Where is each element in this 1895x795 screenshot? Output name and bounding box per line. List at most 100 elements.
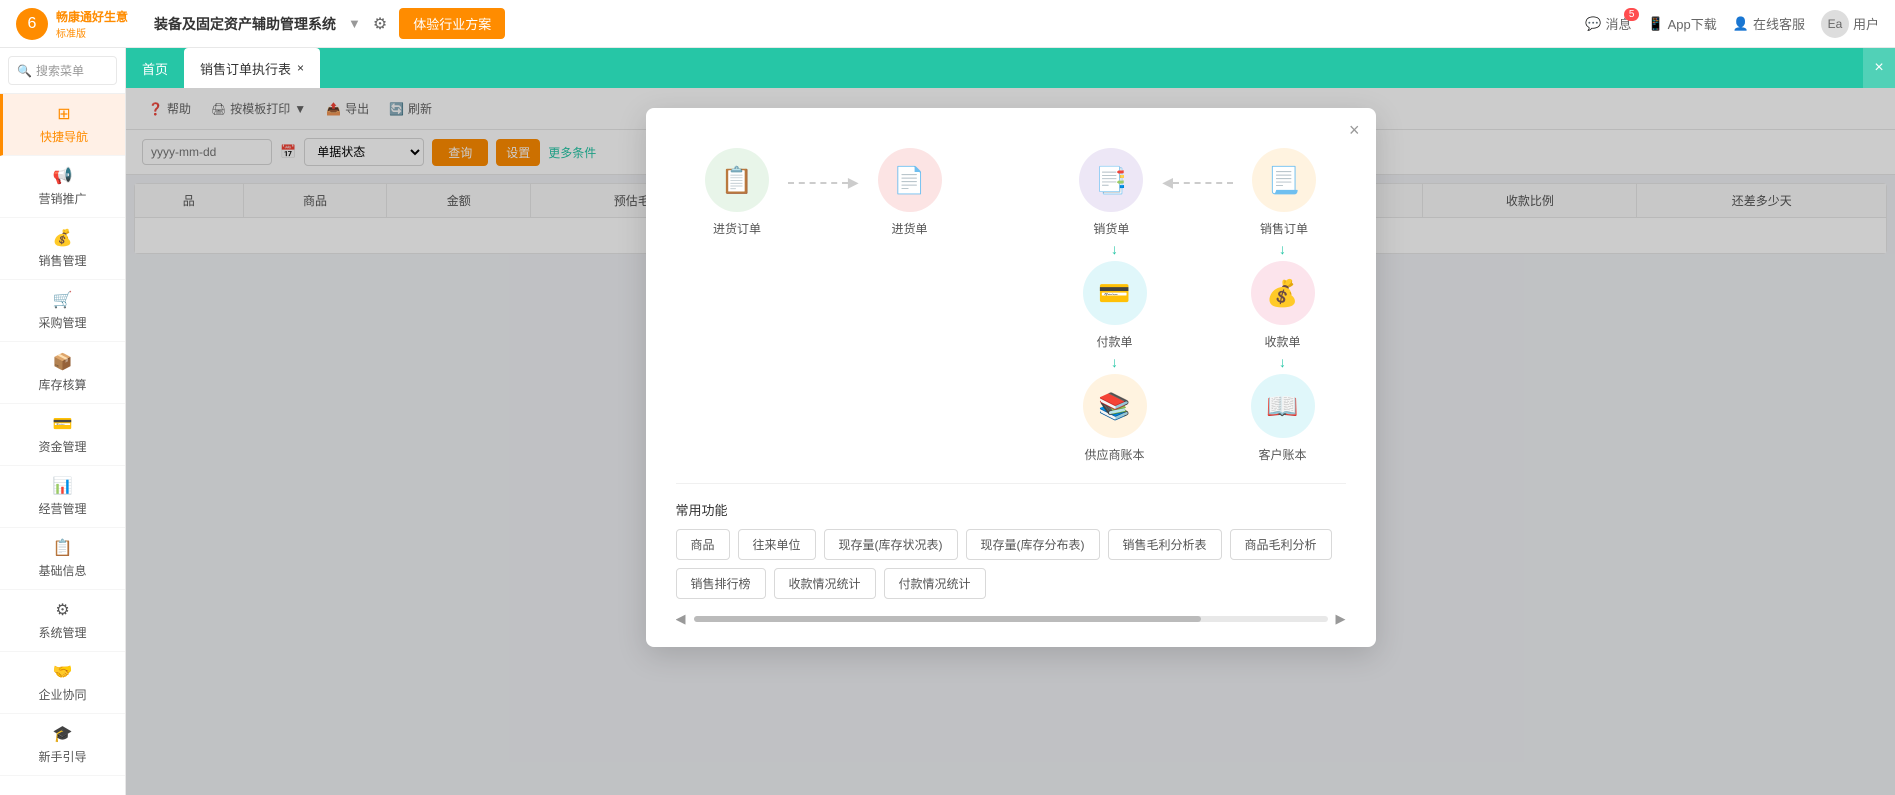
workflow-node-sale-order[interactable]: 📃 销售订单: [1252, 148, 1316, 237]
tab-home[interactable]: 首页: [126, 48, 184, 88]
arrow-v1: [707, 241, 771, 257]
workflow-node-customer-account[interactable]: 📖 客户账本: [1251, 374, 1315, 463]
user-avatar: Ea: [1821, 10, 1849, 38]
tab-sales-order-exec[interactable]: 销售订单执行表 ×: [184, 48, 320, 88]
workflow-node-payment[interactable]: 💳 付款单: [1083, 261, 1147, 350]
message-badge: 5: [1624, 8, 1640, 21]
scroll-track: [694, 616, 1328, 622]
workflow-node-purchase-bill[interactable]: 📄 进货单: [878, 148, 942, 237]
logo-icon: 6: [16, 8, 48, 40]
experience-button[interactable]: 体验行业方案: [399, 8, 505, 39]
title-dropdown-icon[interactable]: ▼: [348, 16, 361, 31]
workflow-row3: 📚 供应商账本 📖 客户账本: [696, 374, 1326, 463]
logo-area: 6 畅康通好生意 标准版: [16, 8, 142, 40]
purchase-bill-label: 进货单: [892, 220, 928, 237]
sidebar: 🔍 搜索菜单 ⊞ 快捷导航 📢 营销推广 💰 销售管理 🛒 采购管理: [0, 48, 126, 795]
sidebar-item-operations[interactable]: 📊 经营管理: [0, 466, 125, 528]
marketing-icon: 📢: [53, 166, 73, 186]
logo-text: 畅康通好生意 标准版: [56, 8, 128, 40]
cf-btn-products[interactable]: 商品: [676, 529, 730, 560]
workflow-node-supplier-account[interactable]: 📚 供应商账本: [1083, 374, 1147, 463]
cf-btn-sales-profit[interactable]: 销售毛利分析表: [1108, 529, 1222, 560]
workflow-node-receipt[interactable]: 💰 收款单: [1251, 261, 1315, 350]
workflow-modal: × 📋 进货订单: [646, 108, 1376, 647]
scroll-thumb: [694, 616, 1201, 622]
purchase-order-label: 进货订单: [713, 220, 761, 237]
newbie-icon: 🎓: [53, 724, 73, 744]
cf-buttons-container: 商品 往来单位 现存量(库存状况表) 现存量(库存分布表) 销售毛利分析表 商品…: [676, 529, 1346, 599]
modal-close-button[interactable]: ×: [1349, 120, 1360, 141]
user-area[interactable]: Ea 用户: [1821, 10, 1879, 38]
sidebar-item-newbie[interactable]: 🎓 新手引导: [0, 714, 125, 776]
app-download-button[interactable]: 📱 App下载: [1647, 14, 1716, 33]
search-icon: 🔍: [17, 64, 32, 78]
workflow-node-sale-bill[interactable]: 📑 销货单: [1079, 148, 1143, 237]
workflow-node-purchase-order[interactable]: 📋 进货订单: [705, 148, 769, 237]
common-functions-title: 常用功能: [676, 500, 1346, 519]
sidebar-item-purchase[interactable]: 🛒 采购管理: [0, 280, 125, 342]
cf-btn-stock-status[interactable]: 现存量(库存状况表): [824, 529, 958, 560]
arrow-v3: ↓: [1083, 241, 1147, 257]
sidebar-item-enterprise[interactable]: 🤝 企业协同: [0, 652, 125, 714]
customer-label: 客户账本: [1258, 446, 1306, 463]
sidebar-item-quick-nav[interactable]: ⊞ 快捷导航: [0, 94, 125, 156]
cf-btn-stock-dist[interactable]: 现存量(库存分布表): [966, 529, 1100, 560]
finance-icon: 💳: [53, 414, 73, 434]
online-service-button[interactable]: 👤 在线客服: [1733, 14, 1805, 33]
sidebar-item-basic-info[interactable]: 📋 基础信息: [0, 528, 125, 590]
cf-btn-payment-stat[interactable]: 付款情况统计: [884, 568, 986, 599]
message-button[interactable]: 💬 消息 5: [1585, 14, 1631, 33]
arrow-v5: ↓: [1083, 354, 1147, 370]
cf-btn-receipt-stat[interactable]: 收款情况统计: [774, 568, 876, 599]
receipt-label: 收款单: [1264, 333, 1300, 350]
sale-order-label: 销售订单: [1260, 220, 1308, 237]
receipt-circle: 💰: [1251, 261, 1315, 325]
purchase-order-circle: 📋: [705, 148, 769, 212]
workflow-row2: 💳 付款单 💰 收款单: [696, 261, 1326, 350]
purchase-bill-circle: 📄: [878, 148, 942, 212]
arrow-v4: ↓: [1251, 241, 1315, 257]
tab-bar: 首页 销售订单执行表 × ×: [126, 48, 1895, 88]
scroll-left-icon[interactable]: ◀: [676, 611, 686, 627]
workflow-diagram: 📋 进货订单 ▶: [676, 138, 1346, 473]
search-menu-button[interactable]: 🔍 搜索菜单: [8, 56, 117, 85]
message-icon: 💬: [1585, 16, 1601, 32]
overlay: × 📋 进货订单: [126, 88, 1895, 795]
workflow-row1: 📋 进货订单 ▶: [696, 148, 1326, 237]
sidebar-item-system[interactable]: ⚙ 系统管理: [0, 590, 125, 652]
arrow-v6: ↓: [1251, 354, 1315, 370]
cf-btn-product-profit[interactable]: 商品毛利分析: [1230, 529, 1332, 560]
download-icon: 📱: [1647, 16, 1663, 32]
workflow-arrows-row2: ↓ ↓: [696, 350, 1326, 374]
scroll-right-icon[interactable]: ▶: [1336, 611, 1346, 627]
basic-info-icon: 📋: [53, 538, 73, 558]
scrollbar-area: ◀ ▶: [676, 611, 1346, 627]
sidebar-item-inventory[interactable]: 📦 库存核算: [0, 342, 125, 404]
payment-label: 付款单: [1096, 333, 1132, 350]
enterprise-icon: 🤝: [53, 662, 73, 682]
top-bar: 6 畅康通好生意 标准版 装备及固定资产辅助管理系统 ▼ ⚙ 体验行业方案 💬 …: [0, 0, 1895, 48]
quick-nav-icon: ⊞: [57, 104, 70, 124]
sidebar-item-finance[interactable]: 💳 资金管理: [0, 404, 125, 466]
sale-bill-circle: 📑: [1079, 148, 1143, 212]
top-right: 💬 消息 5 📱 App下载 👤 在线客服 Ea 用户: [1585, 10, 1879, 38]
app-container: 6 畅康通好生意 标准版 装备及固定资产辅助管理系统 ▼ ⚙ 体验行业方案 💬 …: [0, 0, 1895, 795]
arrow-h2: ◀: [1162, 174, 1233, 191]
workflow-arrows-row: ↓ ↓: [696, 237, 1326, 261]
system-title: 装备及固定资产辅助管理系统: [154, 14, 336, 34]
common-functions: 常用功能 商品 往来单位 现存量(库存状况表) 现存量(库存分布表) 销售毛利分…: [676, 483, 1346, 599]
arrow-v2: [875, 241, 939, 257]
close-all-tabs-button[interactable]: ×: [1863, 48, 1895, 88]
gear-icon[interactable]: ⚙: [373, 14, 387, 34]
payment-circle: 💳: [1083, 261, 1147, 325]
main-layout: 🔍 搜索菜单 ⊞ 快捷导航 📢 营销推广 💰 销售管理 🛒 采购管理: [0, 48, 1895, 795]
service-icon: 👤: [1733, 16, 1749, 32]
cf-btn-counterparty[interactable]: 往来单位: [738, 529, 816, 560]
tab-close-icon[interactable]: ×: [297, 61, 304, 75]
supplier-circle: 📚: [1083, 374, 1147, 438]
sidebar-item-marketing[interactable]: 📢 营销推广: [0, 156, 125, 218]
content-area: 首页 销售订单执行表 × × ❓ 帮助 🖨: [126, 48, 1895, 795]
supplier-label: 供应商账本: [1084, 446, 1144, 463]
sidebar-item-sales[interactable]: 💰 销售管理: [0, 218, 125, 280]
cf-btn-sales-rank[interactable]: 销售排行榜: [676, 568, 766, 599]
